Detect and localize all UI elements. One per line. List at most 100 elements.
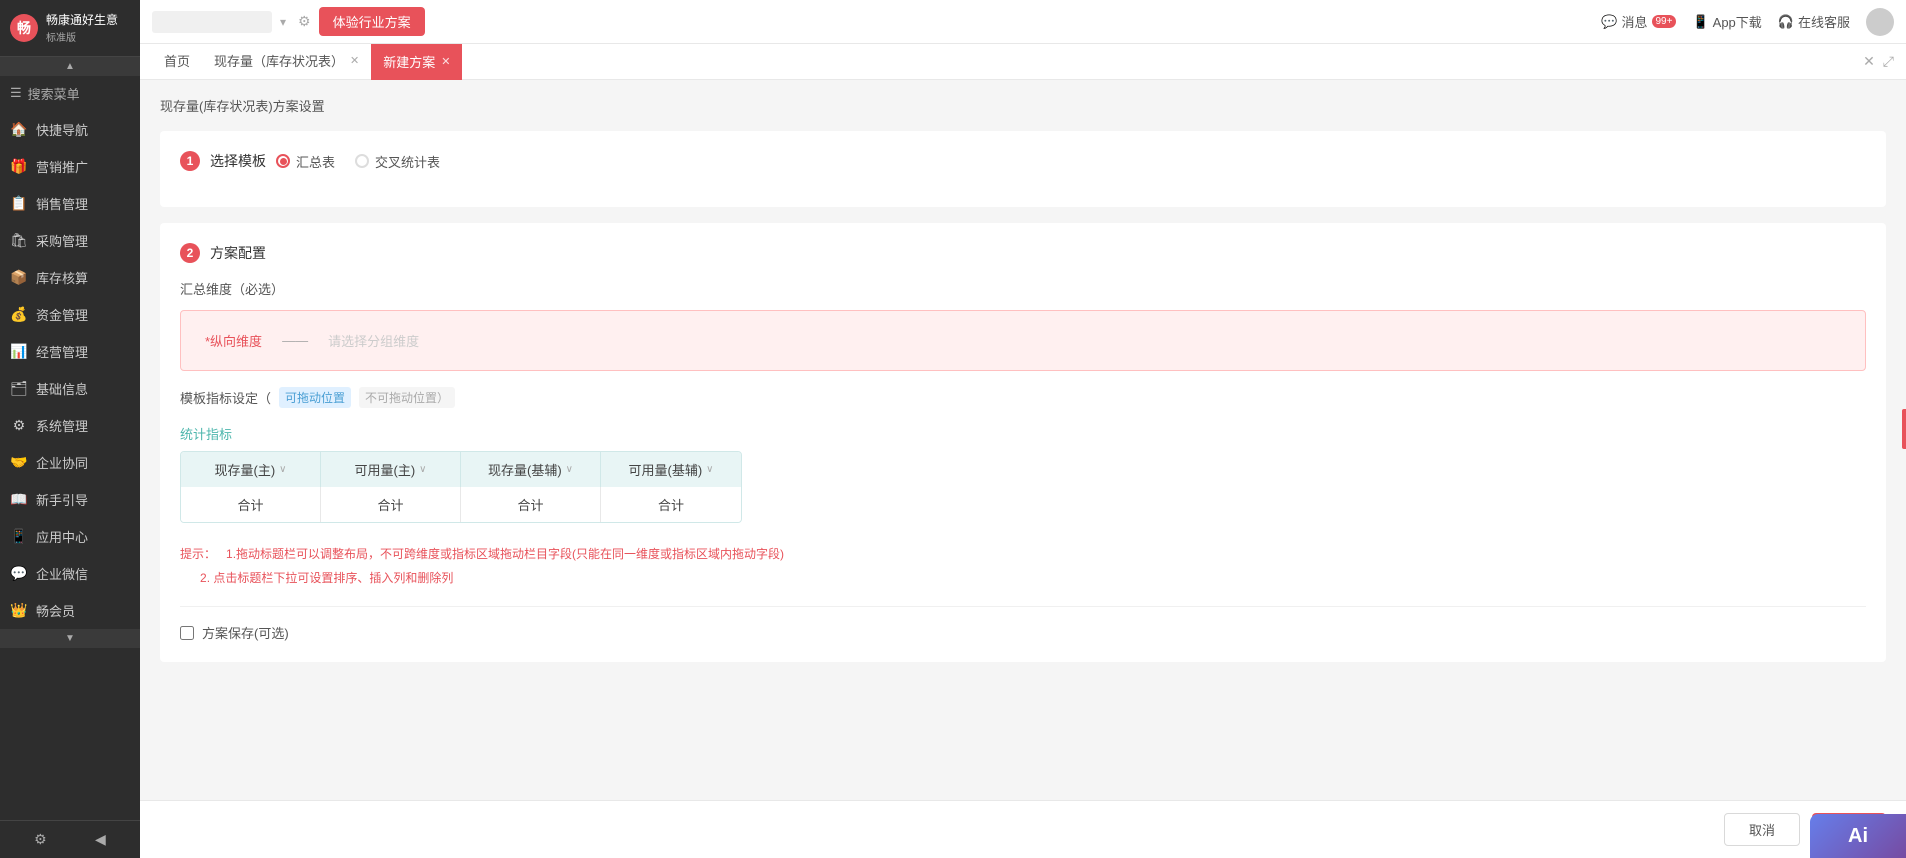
tab-inventory-close-icon[interactable]: ✕ xyxy=(350,54,359,67)
ai-badge[interactable]: Ai xyxy=(1810,814,1906,858)
sidebar-item-label: 新手引导 xyxy=(36,490,88,509)
col-header-1[interactable]: 现存量(主) ∨ xyxy=(181,452,321,487)
sidebar-item-inventory[interactable]: 📦 库存核算 xyxy=(0,259,140,296)
sidebar-item-wechat[interactable]: 💬 企业微信 xyxy=(0,555,140,592)
sidebar-search-label: 搜索菜单 xyxy=(28,84,80,103)
user-avatar[interactable] xyxy=(1866,8,1894,36)
system-icon: ⚙ xyxy=(10,416,28,434)
col-chevron-3[interactable]: ∨ xyxy=(566,464,573,475)
step2-badge: 2 xyxy=(180,243,200,263)
col-body-3: 合计 xyxy=(461,487,601,522)
stats-table: 现存量(主) ∨ 可用量(主) ∨ 现存量(基辅) ∨ 可用量(基辅) ∨ xyxy=(180,451,742,523)
tab-inventory-status[interactable]: 现存量（库存状况表） ✕ xyxy=(202,44,371,80)
no-drag-badge: 不可拖动位置） xyxy=(359,387,455,408)
sidebar-item-label: 销售管理 xyxy=(36,194,88,213)
save-label: 方案保存(可选) xyxy=(202,623,289,642)
window-controls: ✕ ⤢ xyxy=(1863,53,1894,70)
sidebar-item-operations[interactable]: 📊 经营管理 xyxy=(0,333,140,370)
topbar-chevron-icon[interactable]: ▾ xyxy=(280,15,286,29)
col-body-2: 合计 xyxy=(321,487,461,522)
collapse-footer-btn[interactable]: ◀ xyxy=(95,831,106,848)
step1-card: 1 选择模板 汇总表 交叉统计表 xyxy=(160,131,1886,207)
radio-summary-circle xyxy=(276,154,290,168)
main-area: ▾ ⚙ 体验行业方案 💬 消息 99+ 📱 App下载 🎧 在线客服 首页 xyxy=(140,0,1906,858)
sidebar-logo: 畅 畅康通好生意 标准版 xyxy=(0,0,140,57)
sidebar-item-finance[interactable]: 💰 资金管理 xyxy=(0,296,140,333)
sidebar-item-cooperation[interactable]: 🤝 企业协同 xyxy=(0,444,140,481)
app-name-block: 畅康通好生意 标准版 xyxy=(46,12,118,44)
tip2: 2. 点击标题栏下拉可设置排序、插入列和删除列 xyxy=(200,571,453,585)
cancel-button[interactable]: 取消 xyxy=(1724,813,1800,846)
step1-title: 选择模板 xyxy=(210,151,266,171)
sidebar-item-member[interactable]: 👑 畅会员 xyxy=(0,592,140,629)
stats-section-title: 统计指标 xyxy=(180,424,1866,443)
tabs-bar: 首页 现存量（库存状况表） ✕ 新建方案 ✕ ✕ ⤢ xyxy=(140,44,1906,80)
sidebar-item-quick-nav[interactable]: 🏠 快捷导航 xyxy=(0,111,140,148)
app-version: 标准版 xyxy=(46,29,118,44)
stats-table-header: 现存量(主) ∨ 可用量(主) ∨ 现存量(基辅) ∨ 可用量(基辅) ∨ xyxy=(181,452,741,487)
tab-new-plan-label: 新建方案 xyxy=(383,52,435,71)
maximize-window-icon[interactable]: ⤢ xyxy=(1883,53,1894,70)
app-name: 畅康通好生意 xyxy=(46,12,118,29)
step2-header: 2 方案配置 xyxy=(180,243,1866,263)
step1-badge: 1 xyxy=(180,151,200,171)
sidebar-item-app-center[interactable]: 📱 应用中心 xyxy=(0,518,140,555)
tip1: 1.拖动标题栏可以调整布局，不可跨维度或指标区域拖动栏目字段(只能在同一维度或指… xyxy=(226,547,784,561)
radio-cross[interactable]: 交叉统计表 xyxy=(355,152,440,171)
col-body-1: 合计 xyxy=(181,487,321,522)
tab-home[interactable]: 首页 xyxy=(152,44,202,80)
settings-footer-btn[interactable]: ⚙ xyxy=(34,831,47,848)
save-checkbox[interactable] xyxy=(180,626,194,640)
step2-card: 2 方案配置 汇总维度（必选） *纵向维度 —— 请选择分组维度 模板指标设定（… xyxy=(160,223,1886,662)
sidebar-item-label: 畅会员 xyxy=(36,601,75,620)
tips-title: 提示： 1.拖动标题栏可以调整布局，不可跨维度或指标区域拖动栏目字段(只能在同一… xyxy=(180,542,1866,566)
sidebar-item-newbie[interactable]: 📖 新手引导 xyxy=(0,481,140,518)
sales-icon: 📋 xyxy=(10,194,28,212)
sidebar-item-basic-info[interactable]: 🗂 基础信息 xyxy=(0,370,140,407)
sidebar-search[interactable]: ☰ 搜索菜单 xyxy=(0,76,140,111)
message-label: 消息 xyxy=(1621,12,1647,31)
col-header-4[interactable]: 可用量(基辅) ∨ xyxy=(601,452,741,487)
step2-title: 方案配置 xyxy=(210,243,266,263)
col-chevron-4[interactable]: ∨ xyxy=(706,464,713,475)
template-settings: 模板指标设定（ 可拖动位置 不可拖动位置） xyxy=(180,387,1866,408)
col-chevron-1[interactable]: ∨ xyxy=(279,464,286,475)
home-icon: 🏠 xyxy=(10,120,28,138)
sidebar-item-purchase[interactable]: 🛍 采购管理 xyxy=(0,222,140,259)
close-window-icon[interactable]: ✕ xyxy=(1863,53,1875,70)
tips-label: 提示： xyxy=(180,547,216,561)
online-service-item[interactable]: 🎧 在线客服 xyxy=(1778,12,1850,31)
col-label-2: 可用量(主) xyxy=(355,460,416,479)
sidebar-item-system[interactable]: ⚙ 系统管理 xyxy=(0,407,140,444)
dim-placeholder[interactable]: 请选择分组维度 xyxy=(328,331,419,350)
sidebar-item-marketing[interactable]: 🎁 营销推广 xyxy=(0,148,140,185)
finance-icon: 💰 xyxy=(10,305,28,323)
col-header-2[interactable]: 可用量(主) ∨ xyxy=(321,452,461,487)
radio-summary[interactable]: 汇总表 xyxy=(276,152,335,171)
message-item[interactable]: 💬 消息 99+ xyxy=(1601,12,1676,31)
tab-new-plan-close-icon[interactable]: ✕ xyxy=(441,55,450,68)
cooperation-icon: 🤝 xyxy=(10,453,28,471)
tip2-row: 2. 点击标题栏下拉可设置排序、插入列和删除列 xyxy=(180,566,1866,590)
topbar-gear-icon[interactable]: ⚙ xyxy=(298,13,311,30)
stats-table-body: 合计 合计 合计 合计 xyxy=(181,487,741,522)
col-label-1: 现存量(主) xyxy=(215,460,276,479)
sidebar-scroll-up[interactable]: ▲ xyxy=(0,57,140,76)
tab-new-plan[interactable]: 新建方案 ✕ xyxy=(371,44,462,80)
col-chevron-2[interactable]: ∨ xyxy=(419,464,426,475)
message-badge: 99+ xyxy=(1652,15,1677,28)
basic-info-icon: 🗂 xyxy=(10,379,28,397)
trial-button[interactable]: 体验行业方案 xyxy=(319,7,425,36)
newbie-icon: 📖 xyxy=(10,490,28,508)
topbar: ▾ ⚙ 体验行业方案 💬 消息 99+ 📱 App下载 🎧 在线客服 xyxy=(140,0,1906,44)
tab-inventory-label: 现存量（库存状况表） xyxy=(214,51,344,70)
message-icon: 💬 xyxy=(1601,14,1617,30)
drag-badge: 可拖动位置 xyxy=(279,387,351,408)
inventory-icon: 📦 xyxy=(10,268,28,286)
topbar-search-input[interactable] xyxy=(152,11,272,33)
sidebar-scroll-down[interactable]: ▼ xyxy=(0,629,140,648)
app-download-item[interactable]: 📱 App下载 xyxy=(1692,12,1761,31)
sidebar-item-sales[interactable]: 📋 销售管理 xyxy=(0,185,140,222)
col-header-3[interactable]: 现存量(基辅) ∨ xyxy=(461,452,601,487)
topbar-right: 💬 消息 99+ 📱 App下载 🎧 在线客服 xyxy=(1601,8,1894,36)
